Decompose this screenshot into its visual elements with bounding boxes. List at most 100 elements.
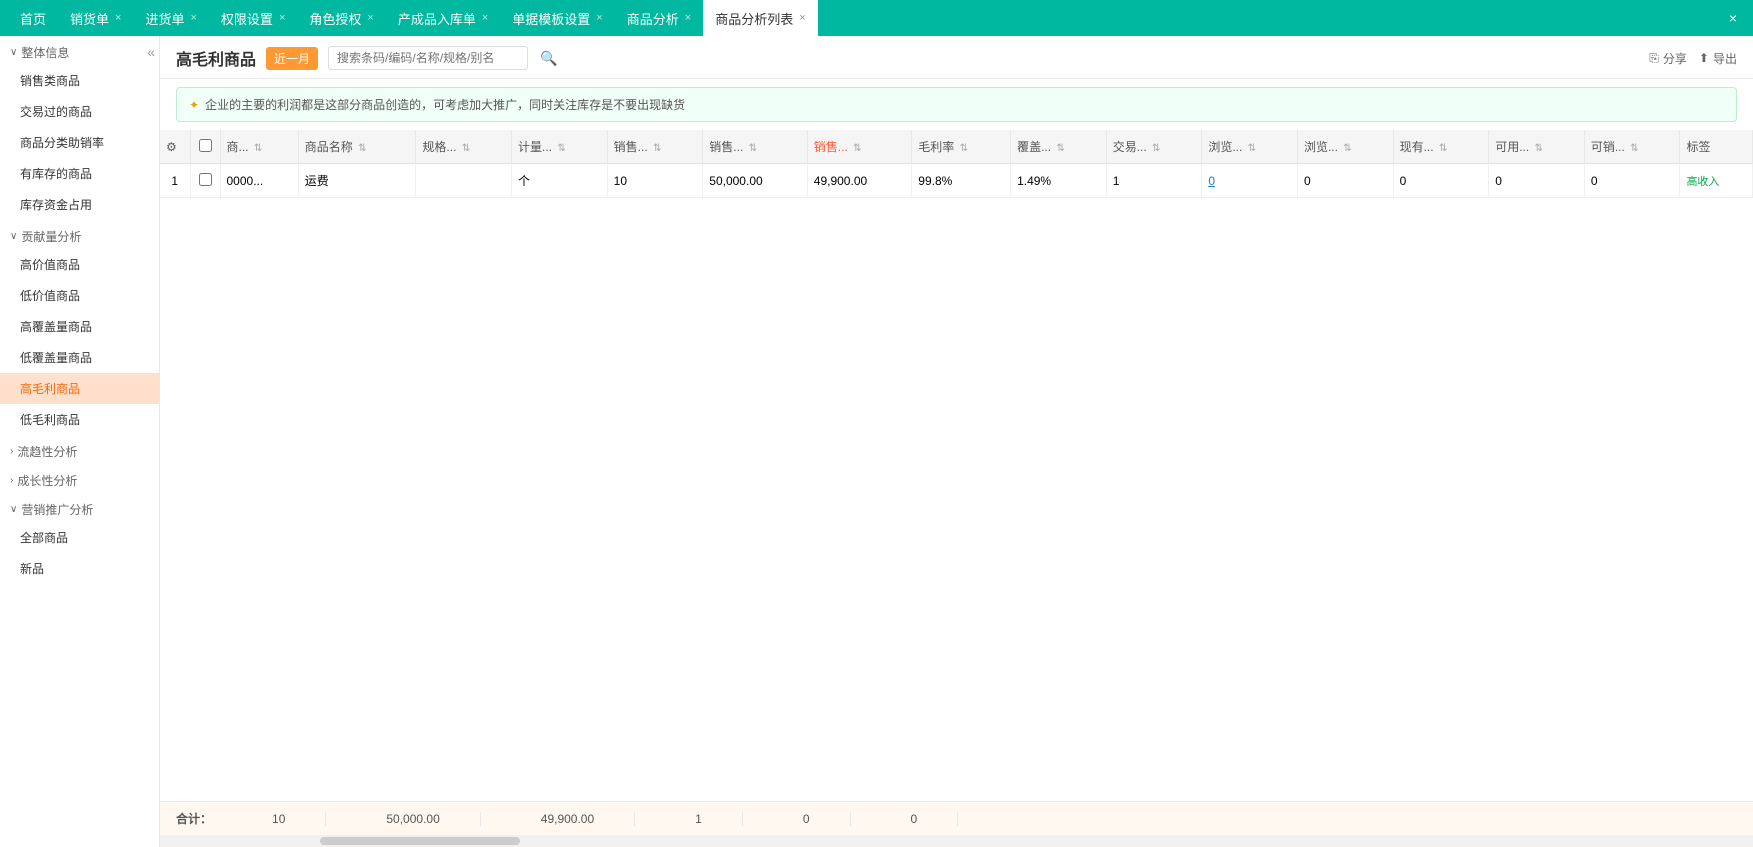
th-tag[interactable]: 标签	[1680, 130, 1753, 164]
main-layout: « ∨ 整体信息 销售类商品 交易过的商品 商品分类助销率 有库存的商品 库存资…	[0, 36, 1753, 847]
close-template-settings[interactable]: ×	[596, 12, 602, 24]
sidebar-item-high-coverage[interactable]: 高覆盖量商品	[0, 311, 159, 342]
share-icon: ⎘	[1649, 51, 1659, 66]
sidebar-item-all-goods[interactable]: 全部商品	[0, 522, 159, 553]
table-header-row: ⚙ 商... ⇅ 商品名称 ⇅	[160, 130, 1753, 164]
th-available-stock[interactable]: 可用... ⇅	[1489, 130, 1585, 164]
sidebar-item-stock-capital[interactable]: 库存资金占用	[0, 189, 159, 220]
sort-sales-amount-icon: ⇅	[749, 143, 757, 154]
close-purchase-order[interactable]: ×	[190, 12, 196, 24]
td-code: 0000...	[220, 164, 298, 198]
share-button[interactable]: ⎘ 分享	[1649, 50, 1687, 67]
footer-label: 合计：	[176, 810, 212, 827]
sidebar-item-low-coverage[interactable]: 低覆盖量商品	[0, 342, 159, 373]
td-checkbox[interactable]	[190, 164, 220, 198]
top-navigation: 首页 销货单 × 进货单 × 权限设置 × 角色授权 × 产成品入库单 × 单据…	[0, 0, 1753, 36]
td-browse1[interactable]: 0	[1202, 164, 1298, 198]
sidebar-item-in-stock[interactable]: 有库存的商品	[0, 158, 159, 189]
sidebar-group-marketing[interactable]: ∨ 营销推广分析	[0, 493, 159, 522]
footer-transaction: 1	[655, 812, 743, 826]
trend-arrow: ›	[10, 446, 13, 457]
header-actions: ⎘ 分享 ⬆ 导出	[1649, 50, 1737, 67]
th-browse2[interactable]: 浏览... ⇅	[1297, 130, 1393, 164]
td-sales-qty: 10	[607, 164, 703, 198]
sort-name-icon: ⇅	[358, 143, 366, 154]
td-current-stock: 0	[1393, 164, 1489, 198]
info-banner: ✦ 企业的主要的利润都是这部分商品创造的，可考虑加大推广，同时关注库存是不要出现…	[176, 87, 1737, 122]
nav-product-analysis[interactable]: 商品分析 ×	[615, 0, 703, 36]
sidebar-collapse-button[interactable]: «	[147, 44, 155, 60]
close-product-analysis[interactable]: ×	[685, 12, 691, 24]
close-permission[interactable]: ×	[279, 12, 285, 24]
th-code[interactable]: 商... ⇅	[220, 130, 298, 164]
close-role-auth[interactable]: ×	[367, 12, 373, 24]
period-button[interactable]: 近一月	[266, 47, 318, 70]
row-checkbox[interactable]	[199, 173, 212, 186]
th-sales-amount[interactable]: 销售... ⇅	[703, 130, 808, 164]
th-transaction[interactable]: 交易... ⇅	[1106, 130, 1202, 164]
td-sales-amount: 50,000.00	[703, 164, 808, 198]
scrollbar-thumb[interactable]	[320, 837, 520, 845]
sidebar-item-high-margin[interactable]: 高毛利商品	[0, 373, 159, 404]
select-all-checkbox[interactable]	[199, 139, 212, 152]
sidebar-item-category-rate[interactable]: 商品分类助销率	[0, 127, 159, 158]
search-input[interactable]	[328, 46, 528, 70]
sidebar-group-overall[interactable]: ∨ 整体信息	[0, 36, 159, 65]
th-current-stock[interactable]: 现有... ⇅	[1393, 130, 1489, 164]
sidebar: « ∨ 整体信息 销售类商品 交易过的商品 商品分类助销率 有库存的商品 库存资…	[0, 36, 160, 847]
marketing-arrow: ∨	[10, 504, 17, 515]
overall-arrow: ∨	[10, 47, 17, 58]
sidebar-group-growth[interactable]: › 成长性分析	[0, 464, 159, 493]
sidebar-item-sales-goods[interactable]: 销售类商品	[0, 65, 159, 96]
th-saleable-stock[interactable]: 可销... ⇅	[1584, 130, 1680, 164]
sidebar-group-trend[interactable]: › 流趋性分析	[0, 435, 159, 464]
footer-sales-cost: 49,900.00	[501, 812, 635, 826]
nav-product-analysis-list[interactable]: 商品分析列表 ×	[703, 0, 817, 36]
table-container[interactable]: ⚙ 商... ⇅ 商品名称 ⇅	[160, 130, 1753, 801]
sidebar-item-low-value[interactable]: 低价值商品	[0, 280, 159, 311]
search-button[interactable]: 🔍	[538, 48, 559, 69]
tip-icon: ✦	[189, 98, 199, 112]
bottom-scrollbar[interactable]	[160, 835, 1753, 847]
nav-permission[interactable]: 权限设置 ×	[209, 0, 297, 36]
export-icon: ⬆	[1699, 51, 1709, 65]
sidebar-item-high-value[interactable]: 高价值商品	[0, 249, 159, 280]
th-browse1[interactable]: 浏览... ⇅	[1202, 130, 1298, 164]
td-saleable-stock: 0	[1584, 164, 1680, 198]
th-gross-margin[interactable]: 毛利率 ⇅	[912, 130, 1011, 164]
th-sales-cost[interactable]: 销售... ⇅	[807, 130, 912, 164]
sort-browse2-icon: ⇅	[1343, 143, 1351, 154]
nav-template-settings[interactable]: 单据模板设置 ×	[500, 0, 614, 36]
th-checkbox[interactable]	[190, 130, 220, 164]
table-body: 1 0000... 运费 个 10 50,000.00 49,900.00 99…	[160, 164, 1753, 198]
content-header: 高毛利商品 近一月 🔍 ⎘ 分享 ⬆ 导出	[160, 36, 1753, 79]
td-unit: 个	[512, 164, 608, 198]
sort-code-icon: ⇅	[254, 143, 262, 154]
export-button[interactable]: ⬆ 导出	[1699, 50, 1737, 67]
th-unit[interactable]: 计量... ⇅	[512, 130, 608, 164]
th-name[interactable]: 商品名称 ⇅	[298, 130, 416, 164]
th-spec[interactable]: 规格... ⇅	[416, 130, 512, 164]
sidebar-group-contribution[interactable]: ∨ 贡献量分析	[0, 220, 159, 249]
th-sales-qty[interactable]: 销售... ⇅	[607, 130, 703, 164]
close-sales-order[interactable]: ×	[115, 12, 121, 24]
td-transaction: 1	[1106, 164, 1202, 198]
nav-role-auth[interactable]: 角色授权 ×	[297, 0, 385, 36]
th-setting[interactable]: ⚙	[160, 130, 190, 164]
window-close-button[interactable]: ×	[1721, 10, 1745, 26]
nav-purchase-order[interactable]: 进货单 ×	[133, 0, 208, 36]
td-num: 1	[160, 164, 190, 198]
th-coverage[interactable]: 覆盖... ⇅	[1011, 130, 1107, 164]
nav-sales-order[interactable]: 销货单 ×	[58, 0, 133, 36]
td-browse2: 0	[1297, 164, 1393, 198]
td-sales-cost: 49,900.00	[807, 164, 912, 198]
close-product-analysis-list[interactable]: ×	[799, 12, 805, 24]
nav-home[interactable]: 首页	[8, 0, 58, 36]
footer-current-stock: 0	[763, 812, 851, 826]
sidebar-item-traded-goods[interactable]: 交易过的商品	[0, 96, 159, 127]
close-product-stock[interactable]: ×	[482, 12, 488, 24]
sort-sales-qty-icon: ⇅	[653, 143, 661, 154]
sidebar-item-low-margin[interactable]: 低毛利商品	[0, 404, 159, 435]
nav-product-stock[interactable]: 产成品入库单 ×	[386, 0, 500, 36]
sidebar-item-new-goods[interactable]: 新品	[0, 553, 159, 584]
